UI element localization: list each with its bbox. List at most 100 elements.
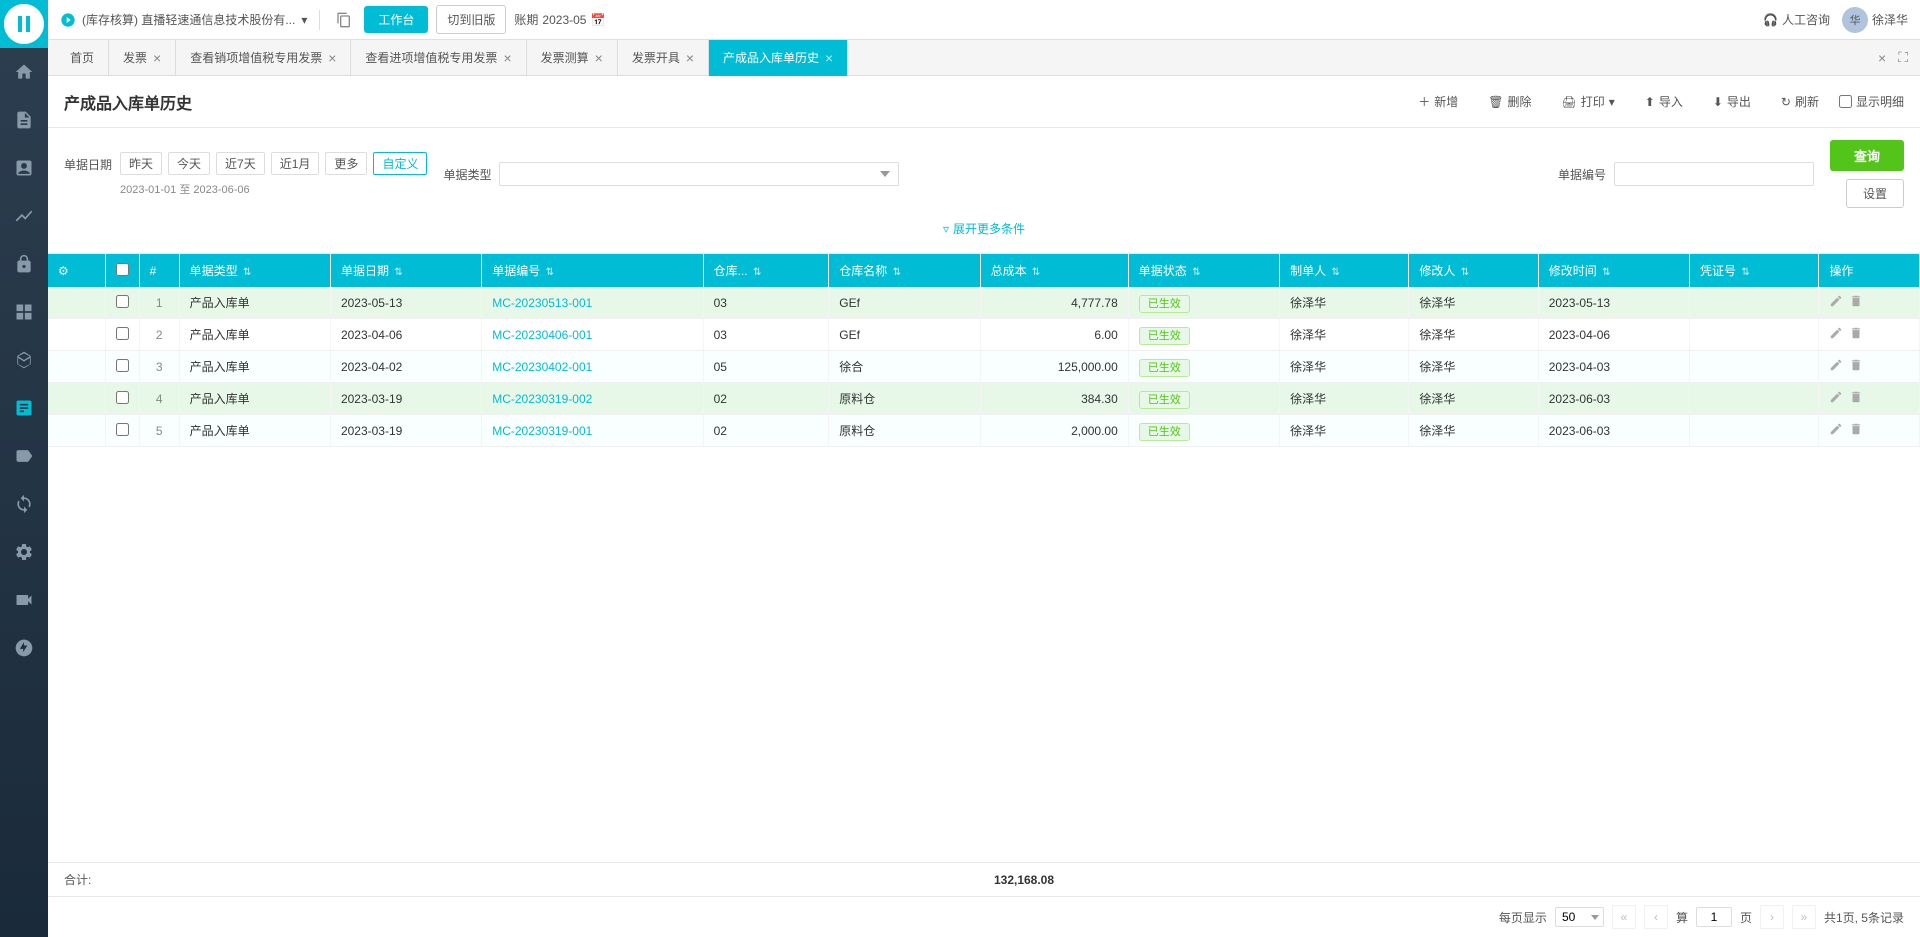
first-page-button[interactable]: «: [1612, 905, 1636, 929]
row-number[interactable]: MC-20230513-001: [482, 287, 703, 319]
sidebar-item-refresh[interactable]: [0, 480, 48, 528]
col-warehouse-code[interactable]: 仓库... ⇅: [703, 254, 829, 287]
switch-button[interactable]: 切到旧版: [436, 5, 506, 34]
row-checkbox[interactable]: [105, 287, 139, 319]
sidebar-item-settings[interactable]: [0, 528, 48, 576]
row-checkbox[interactable]: [105, 383, 139, 415]
sidebar-item-analytics[interactable]: [0, 192, 48, 240]
type-filter-select[interactable]: 产品入库单: [499, 162, 899, 186]
calendar-icon[interactable]: 📅: [590, 13, 605, 27]
next-page-button[interactable]: ›: [1760, 905, 1784, 929]
tab-home[interactable]: 首页: [56, 40, 109, 76]
sidebar-item-inventory[interactable]: [0, 384, 48, 432]
print-button[interactable]: 🖨 打印 ▾: [1551, 88, 1624, 115]
sidebar-item-version[interactable]: [0, 624, 48, 672]
date-yesterday[interactable]: 昨天: [120, 152, 162, 175]
sidebar-logo[interactable]: [0, 0, 48, 48]
col-creator[interactable]: 制单人 ⇅: [1280, 254, 1409, 287]
tab-check-sale-close[interactable]: ×: [328, 51, 336, 65]
row-edit-button[interactable]: [1829, 422, 1843, 439]
number-filter-input[interactable]: [1614, 162, 1814, 186]
row-number-link[interactable]: MC-20230319-002: [492, 392, 592, 406]
sidebar-item-grid[interactable]: [0, 288, 48, 336]
brand-selector[interactable]: (库存核算) 直播轻速通信息技术股份有... ▾: [60, 11, 307, 28]
row-delete-button[interactable]: [1849, 294, 1863, 311]
set-button[interactable]: 设置: [1846, 179, 1904, 208]
tab-history-close[interactable]: ×: [825, 51, 833, 65]
col-number[interactable]: 单据编号 ⇅: [482, 254, 703, 287]
tab-fullscreen[interactable]: ⛶: [1894, 45, 1912, 70]
row-number[interactable]: MC-20230319-002: [482, 383, 703, 415]
row-edit-button[interactable]: [1829, 326, 1843, 343]
tab-check-sale[interactable]: 查看销项增值税专用发票 ×: [176, 40, 351, 76]
row-number[interactable]: MC-20230406-001: [482, 319, 703, 351]
tab-check-purchase-close[interactable]: ×: [503, 51, 511, 65]
select-all-checkbox[interactable]: [116, 263, 129, 276]
sidebar-item-chart[interactable]: [0, 144, 48, 192]
tab-check-purchase[interactable]: 查看进项增值税专用发票 ×: [351, 40, 526, 76]
sidebar-item-home[interactable]: [0, 48, 48, 96]
export-button[interactable]: ⬇ 导出: [1703, 88, 1761, 115]
sidebar-item-docs[interactable]: [0, 96, 48, 144]
consultation-link[interactable]: 🎧 人工咨询: [1763, 11, 1830, 28]
show-detail-checkbox[interactable]: [1839, 95, 1852, 108]
row-delete-button[interactable]: [1849, 422, 1863, 439]
row-delete-button[interactable]: [1849, 326, 1863, 343]
refresh-button[interactable]: ↻ 刷新: [1771, 88, 1829, 115]
copy-button[interactable]: [332, 8, 356, 32]
col-modify-time[interactable]: 修改时间 ⇅: [1538, 254, 1689, 287]
date-more[interactable]: 更多: [325, 152, 367, 175]
row-edit-button[interactable]: [1829, 390, 1843, 407]
tab-history[interactable]: 产成品入库单历史 ×: [709, 40, 848, 76]
row-delete-button[interactable]: [1849, 390, 1863, 407]
show-detail-label[interactable]: 显示明细: [1839, 93, 1904, 110]
tab-calc-close[interactable]: ×: [595, 51, 603, 65]
new-button[interactable]: ＋ 新增: [1408, 88, 1468, 115]
sidebar-item-box[interactable]: [0, 336, 48, 384]
tab-close-all[interactable]: ×: [1874, 46, 1890, 70]
date-1month[interactable]: 近1月: [271, 152, 320, 175]
col-modifier[interactable]: 修改人 ⇅: [1409, 254, 1538, 287]
row-number-link[interactable]: MC-20230513-001: [492, 296, 592, 310]
col-voucher[interactable]: 凭证号 ⇅: [1690, 254, 1819, 287]
row-checkbox[interactable]: [105, 319, 139, 351]
col-type[interactable]: 单据类型 ⇅: [179, 254, 330, 287]
row-edit-button[interactable]: [1829, 358, 1843, 375]
row-number-link[interactable]: MC-20230319-001: [492, 424, 592, 438]
prev-page-button[interactable]: ‹: [1644, 905, 1668, 929]
current-page-input[interactable]: [1696, 907, 1732, 927]
col-date[interactable]: 单据日期 ⇅: [330, 254, 481, 287]
row-check-2[interactable]: [116, 359, 129, 372]
expand-button[interactable]: ▿ 展开更多条件: [943, 220, 1025, 237]
row-checkbox[interactable]: [105, 351, 139, 383]
row-edit-button[interactable]: [1829, 294, 1843, 311]
row-number[interactable]: MC-20230402-001: [482, 351, 703, 383]
row-checkbox[interactable]: [105, 415, 139, 447]
col-status[interactable]: 单据状态 ⇅: [1128, 254, 1279, 287]
row-check-1[interactable]: [116, 327, 129, 340]
row-number-link[interactable]: MC-20230406-001: [492, 328, 592, 342]
sidebar-item-tag[interactable]: [0, 432, 48, 480]
last-page-button[interactable]: »: [1792, 905, 1816, 929]
per-page-select[interactable]: 10 20 50 100: [1555, 907, 1604, 927]
tab-invoice-close[interactable]: ×: [153, 51, 161, 65]
tab-open[interactable]: 发票开具 ×: [618, 40, 709, 76]
row-delete-button[interactable]: [1849, 358, 1863, 375]
date-custom[interactable]: 自定义: [373, 152, 427, 175]
query-button[interactable]: 查询: [1830, 140, 1904, 171]
row-number-link[interactable]: MC-20230402-001: [492, 360, 592, 374]
tab-invoice[interactable]: 发票 ×: [109, 40, 176, 76]
checkbox-col-header[interactable]: [105, 254, 139, 287]
col-total-cost[interactable]: 总成本 ⇅: [980, 254, 1128, 287]
tab-calc[interactable]: 发票测算 ×: [527, 40, 618, 76]
delete-button[interactable]: 🗑 删除: [1478, 88, 1541, 115]
tab-open-close[interactable]: ×: [686, 51, 694, 65]
row-check-0[interactable]: [116, 295, 129, 308]
settings-col-header[interactable]: ⚙: [48, 254, 105, 287]
user-info[interactable]: 华 徐泽华: [1842, 7, 1908, 33]
workbench-button[interactable]: 工作台: [364, 6, 428, 33]
row-check-3[interactable]: [116, 391, 129, 404]
sidebar-item-lock[interactable]: [0, 240, 48, 288]
sidebar-item-video[interactable]: [0, 576, 48, 624]
import-button[interactable]: ⬆ 导入: [1635, 88, 1693, 115]
